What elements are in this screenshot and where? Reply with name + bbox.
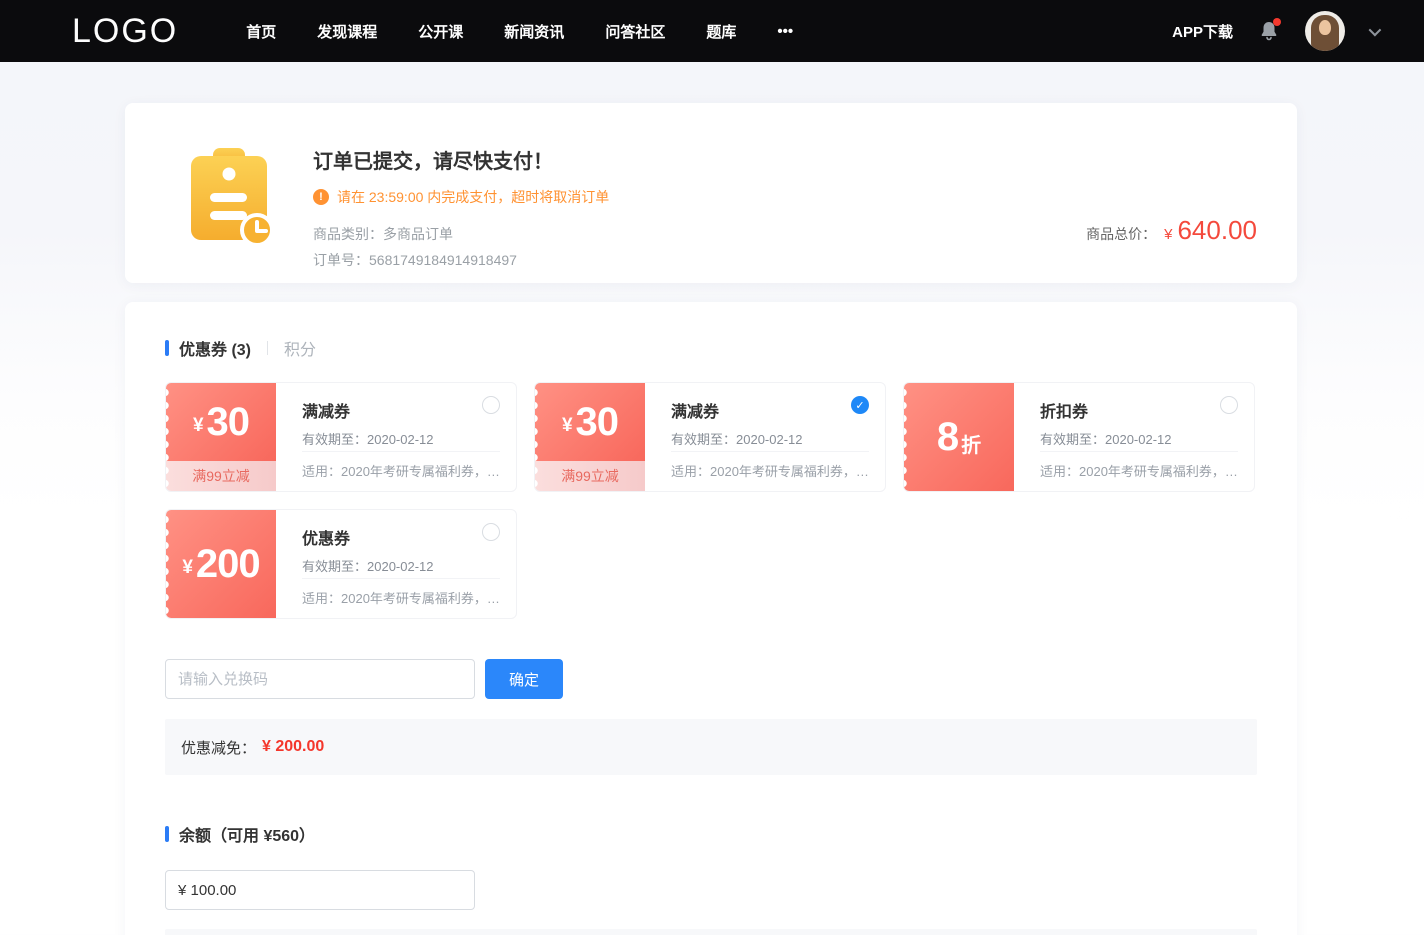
tab-divider xyxy=(267,341,268,355)
total-price-label: 商品总价： xyxy=(1086,224,1156,244)
coupon-card-2[interactable]: ¥ 30 满99立减 满减券 ✓ 有效期至：2020-02-12 适用：2020… xyxy=(534,382,886,492)
alert-icon: ! xyxy=(313,189,329,205)
coupon-4-name: 优惠券 xyxy=(302,525,350,549)
nav-item-discover-courses[interactable]: 发现课程 xyxy=(317,21,377,42)
section-accent-bar xyxy=(165,340,169,356)
coupon-4-details: 优惠券 有效期至：2020-02-12 适用：2020年考研专属福利券，以用..… xyxy=(276,510,516,618)
coupon-4-value-badge: ¥ 200 xyxy=(166,510,276,618)
order-title: 订单已提交，请尽快支付！ xyxy=(313,145,609,174)
nav-right: APP下载 xyxy=(1172,11,1378,51)
coupon-list: ¥ 30 满99立减 满减券 有效期至：2020-02-12 适用：2020年考… xyxy=(165,382,1257,619)
coupon-card-3[interactable]: 8 折 折扣券 有效期至：2020-02-12 适用：2020年考研专属福利券，… xyxy=(903,382,1255,492)
coupon-2-value-badge: ¥ 30 满99立减 xyxy=(535,383,645,491)
coupon-card-4[interactable]: ¥ 200 优惠券 有效期至：2020-02-12 适用：2020年考研专属福利… xyxy=(165,509,517,619)
nav-menu: 首页 发现课程 公开课 新闻资讯 问答社区 题库 ••• xyxy=(246,21,793,42)
coupon-1-scope: 适用：2020年考研专属福利券，以用... xyxy=(302,451,500,491)
coupon-3-radio[interactable] xyxy=(1220,396,1238,414)
coupon-1-radio[interactable] xyxy=(482,396,500,414)
order-summary-card: 订单已提交，请尽快支付！ ! 请在 23:59:00 内完成支付，超时将取消订单… xyxy=(125,103,1297,283)
coupon-row-1: ¥ 30 满99立减 满减券 有效期至：2020-02-12 适用：2020年考… xyxy=(165,382,1257,492)
coupon-3-details: 折扣券 有效期至：2020-02-12 适用：2020年考研专属福利券，以用..… xyxy=(1014,383,1254,491)
coupon-2-details: 满减券 ✓ 有效期至：2020-02-12 适用：2020年考研专属福利券，以用… xyxy=(645,383,885,491)
coupon-2-currency: ¥ xyxy=(562,415,573,437)
total-price-value: 640.00 xyxy=(1177,215,1257,246)
discount-amount: ¥ 200.00 xyxy=(262,738,324,756)
coupon-2-scope: 适用：2020年考研专属福利券，以用... xyxy=(671,451,869,491)
section-accent-bar xyxy=(165,826,169,842)
coupon-4-expiry: 有效期至：2020-02-12 xyxy=(302,556,500,575)
coupon-1-expiry: 有效期至：2020-02-12 xyxy=(302,429,500,448)
coupon-4-value: 200 xyxy=(196,542,260,587)
coupon-1-currency: ¥ xyxy=(193,415,204,437)
coupon-3-expiry: 有效期至：2020-02-12 xyxy=(1040,429,1238,448)
coupon-4-currency: ¥ xyxy=(182,557,193,579)
user-avatar[interactable] xyxy=(1305,11,1345,51)
chevron-down-icon[interactable] xyxy=(1369,23,1382,36)
coupon-2-name: 满减券 xyxy=(671,398,719,422)
balance-amount-input[interactable] xyxy=(165,870,475,910)
nav-item-question-bank[interactable]: 题库 xyxy=(706,21,736,42)
clipboard-clock-icon xyxy=(183,146,275,253)
order-countdown-warning: ! 请在 23:59:00 内完成支付，超时将取消订单 xyxy=(313,187,609,207)
coupon-card-1[interactable]: ¥ 30 满99立减 满减券 有效期至：2020-02-12 适用：2020年考… xyxy=(165,382,517,492)
order-info: 订单已提交，请尽快支付！ ! 请在 23:59:00 内完成支付，超时将取消订单… xyxy=(313,145,609,273)
tab-coupons[interactable]: 优惠券 (3) xyxy=(179,336,251,360)
discount-label: 优惠减免： xyxy=(181,737,256,758)
confirm-button[interactable]: 确定 xyxy=(485,659,563,699)
coupon-2-radio-selected[interactable]: ✓ xyxy=(851,396,869,414)
coupon-2-expiry: 有效期至：2020-02-12 xyxy=(671,429,869,448)
order-meta: 商品类别：多商品订单 订单号：5681749184914918497 xyxy=(313,221,609,273)
coupon-3-scope: 适用：2020年考研专属福利券，以用... xyxy=(1040,451,1238,491)
nav-item-more[interactable]: ••• xyxy=(777,23,793,40)
tab-points[interactable]: 积分 xyxy=(284,336,316,360)
coupon-row-2: ¥ 200 优惠券 有效期至：2020-02-12 适用：2020年考研专属福利… xyxy=(165,509,1257,619)
top-navbar: LOGO 首页 发现课程 公开课 新闻资讯 问答社区 题库 ••• APP下载 xyxy=(0,0,1424,62)
nav-item-qa-community[interactable]: 问答社区 xyxy=(605,21,665,42)
balance-title: 余额（可用 ¥560） xyxy=(179,822,315,846)
app-download-link[interactable]: APP下载 xyxy=(1172,21,1233,42)
coupon-1-value: 30 xyxy=(207,400,250,445)
coupon-section-header: 优惠券 (3) 积分 xyxy=(165,336,1257,360)
redeem-code-row: 确定 xyxy=(165,659,1257,699)
coupon-4-radio[interactable] xyxy=(482,523,500,541)
countdown-text: 请在 23:59:00 内完成支付，超时将取消订单 xyxy=(337,187,609,207)
redeem-code-input[interactable] xyxy=(165,659,475,699)
payable-summary-bar xyxy=(165,929,1257,935)
coupon-3-value: 8 xyxy=(937,415,958,460)
discount-summary-bar: 优惠减免： ¥ 200.00 xyxy=(165,719,1257,775)
coupon-2-condition-tag: 满99立减 xyxy=(535,461,645,491)
coupon-1-condition-tag: 满99立减 xyxy=(166,461,276,491)
notification-badge xyxy=(1273,18,1281,26)
nav-item-open-courses[interactable]: 公开课 xyxy=(418,21,463,42)
nav-item-home[interactable]: 首页 xyxy=(246,21,276,42)
coupon-3-value-badge: 8 折 xyxy=(904,383,1014,491)
notification-bell-icon[interactable] xyxy=(1257,19,1281,43)
order-number: 订单号：5681749184914918497 xyxy=(313,247,609,273)
nav-item-news[interactable]: 新闻资讯 xyxy=(504,21,564,42)
coupon-2-value: 30 xyxy=(576,400,619,445)
coupon-4-scope: 适用：2020年考研专属福利券，以用... xyxy=(302,578,500,618)
payment-options-card: 优惠券 (3) 积分 ¥ 30 满99立减 满减券 有效期至： xyxy=(125,302,1297,935)
balance-section-header: 余额（可用 ¥560） xyxy=(165,822,1257,846)
coupon-3-unit: 折 xyxy=(961,429,981,458)
avatar-face xyxy=(1319,20,1331,35)
coupon-1-name: 满减券 xyxy=(302,398,350,422)
coupon-1-details: 满减券 有效期至：2020-02-12 适用：2020年考研专属福利券，以用..… xyxy=(276,383,516,491)
coupon-1-value-badge: ¥ 30 满99立减 xyxy=(166,383,276,491)
order-total: 商品总价： ¥ 640.00 xyxy=(1086,215,1257,246)
currency-symbol: ¥ xyxy=(1164,226,1172,243)
coupon-3-name: 折扣券 xyxy=(1040,398,1088,422)
order-category: 商品类别：多商品订单 xyxy=(313,221,609,247)
logo[interactable]: LOGO xyxy=(72,12,178,51)
